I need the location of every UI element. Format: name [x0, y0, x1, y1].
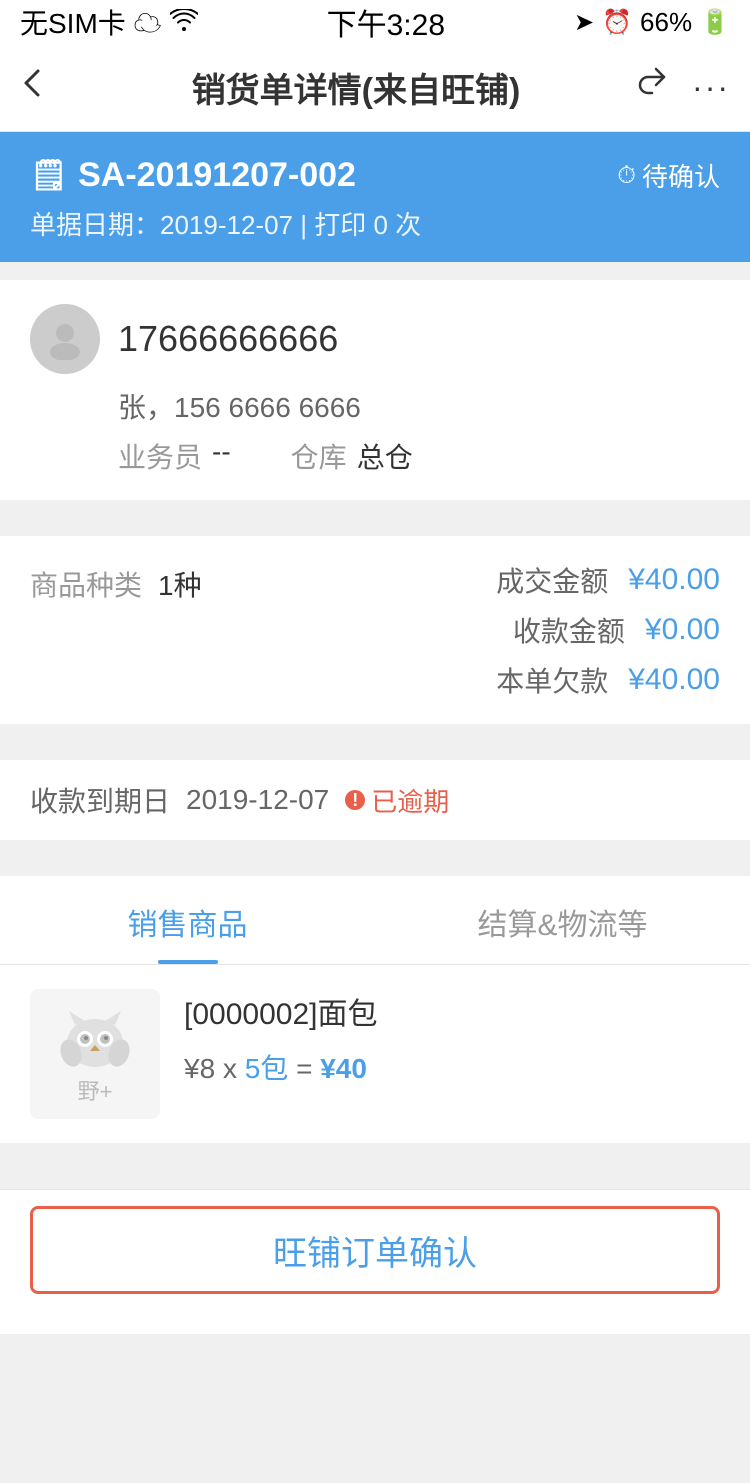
salesperson-detail: 业务员 -- [118, 436, 231, 476]
no-sim-text: 无SIM卡 ☁ [20, 2, 162, 42]
transaction-label: 成交金额 [496, 560, 608, 600]
status-left: 无SIM卡 ☁ [20, 2, 198, 42]
share-icon[interactable] [632, 65, 668, 110]
status-right: ➤ ⏰ 66% 🔋 [574, 7, 730, 38]
warehouse-label: 仓库 [291, 436, 347, 476]
payment-section: 收款到期日 2019-12-07 ! 已逾期 [0, 760, 750, 840]
owed-row: 本单欠款 ¥40.00 [496, 660, 720, 700]
battery-icon: 🔋 [700, 8, 730, 37]
customer-details: 业务员 -- 仓库 总仓 [30, 436, 720, 476]
customer-phone: 17666666666 [118, 318, 338, 360]
battery-text: 66% [640, 7, 692, 38]
tab-sales-products[interactable]: 销售商品 [0, 876, 375, 964]
order-id: 🗒 SA-20191207-002 [30, 156, 356, 195]
nav-actions: ··· [632, 65, 730, 110]
overdue-text: 已逾期 [371, 782, 449, 819]
product-thumbnail: 野+ [30, 989, 160, 1119]
product-section: 野+ [0000002]面包 ¥8 x 5包 = ¥40 [0, 965, 750, 1143]
customer-meta: 张，156 6666 6666 [30, 386, 720, 426]
multiply-sign: x [223, 1053, 237, 1084]
order-header: 🗒 SA-20191207-002 ⏱ 待确认 单据日期：2019-12-07 … [0, 132, 750, 262]
customer-row: 17666666666 [30, 304, 720, 374]
more-icon[interactable]: ··· [692, 69, 730, 106]
owed-value: ¥40.00 [628, 663, 720, 697]
product-thumb-label: 野+ [55, 1074, 135, 1106]
warehouse-value: 总仓 [357, 436, 413, 476]
wifi-signal [170, 6, 198, 38]
product-info: [0000002]面包 ¥8 x 5包 = ¥40 [184, 989, 720, 1087]
nav-bar: 销货单详情(来自旺铺) ··· [0, 44, 750, 132]
tabs-section: 销售商品 结算&物流等 [0, 876, 750, 965]
equals-sign: = [296, 1053, 312, 1084]
divider-2 [0, 518, 750, 536]
avatar [30, 304, 100, 374]
customer-section: 17666666666 张，156 6666 6666 业务员 -- 仓库 总仓 [0, 280, 750, 500]
order-date: 单据日期：2019-12-07 | 打印 0 次 [30, 205, 720, 242]
order-status: ⏱ 待确认 [617, 157, 720, 194]
clock-icon: ⏱ [617, 162, 636, 190]
back-button[interactable] [20, 65, 80, 111]
divider-4 [0, 858, 750, 876]
divider-3 [0, 742, 750, 760]
overdue-badge: ! 已逾期 [345, 782, 449, 819]
transaction-value: ¥40.00 [628, 563, 720, 597]
summary-left: 商品种类 1种 [30, 560, 202, 700]
confirm-order-button[interactable]: 旺铺订单确认 [30, 1206, 720, 1294]
tabs-row: 销售商品 结算&物流等 [0, 876, 750, 965]
salesperson-label: 业务员 [118, 436, 202, 476]
confirm-button-area: 旺铺订单确认 [0, 1189, 750, 1334]
page-title: 销货单详情(来自旺铺) [80, 63, 632, 112]
product-types-label: 商品种类 [30, 564, 142, 604]
divider-1 [0, 262, 750, 280]
location-icon: ➤ [574, 8, 594, 37]
overdue-icon: ! [345, 790, 365, 810]
payment-due-date: 2019-12-07 [186, 784, 329, 816]
total-value: ¥40 [320, 1053, 367, 1084]
order-doc-icon: 🗒 [30, 158, 68, 193]
qty-value: 5包 [245, 1053, 289, 1084]
summary-right: 成交金额 ¥40.00 收款金额 ¥0.00 本单欠款 ¥40.00 [496, 560, 720, 700]
tab-settlement-logistics[interactable]: 结算&物流等 [375, 876, 750, 964]
product-price: ¥8 x 5包 = ¥40 [184, 1047, 720, 1087]
warehouse-detail: 仓库 总仓 [291, 436, 413, 476]
alarm-icon: ⏰ [602, 8, 632, 37]
received-value: ¥0.00 [645, 613, 720, 647]
received-row: 收款金额 ¥0.00 [513, 610, 720, 650]
payment-due-label: 收款到期日 [30, 780, 170, 820]
received-label: 收款金额 [513, 610, 625, 650]
summary-section: 商品种类 1种 成交金额 ¥40.00 收款金额 ¥0.00 本单欠款 ¥40.… [0, 536, 750, 724]
price-value: ¥8 [184, 1053, 215, 1084]
status-time: 下午3:28 [327, 0, 445, 44]
product-types-value: 1种 [158, 564, 202, 604]
owed-label: 本单欠款 [496, 660, 608, 700]
status-bar: 无SIM卡 ☁ 下午3:28 ➤ ⏰ 66% 🔋 [0, 0, 750, 44]
salesperson-value: -- [212, 436, 231, 476]
product-name: [0000002]面包 [184, 989, 720, 1033]
transaction-row: 成交金额 ¥40.00 [496, 560, 720, 600]
